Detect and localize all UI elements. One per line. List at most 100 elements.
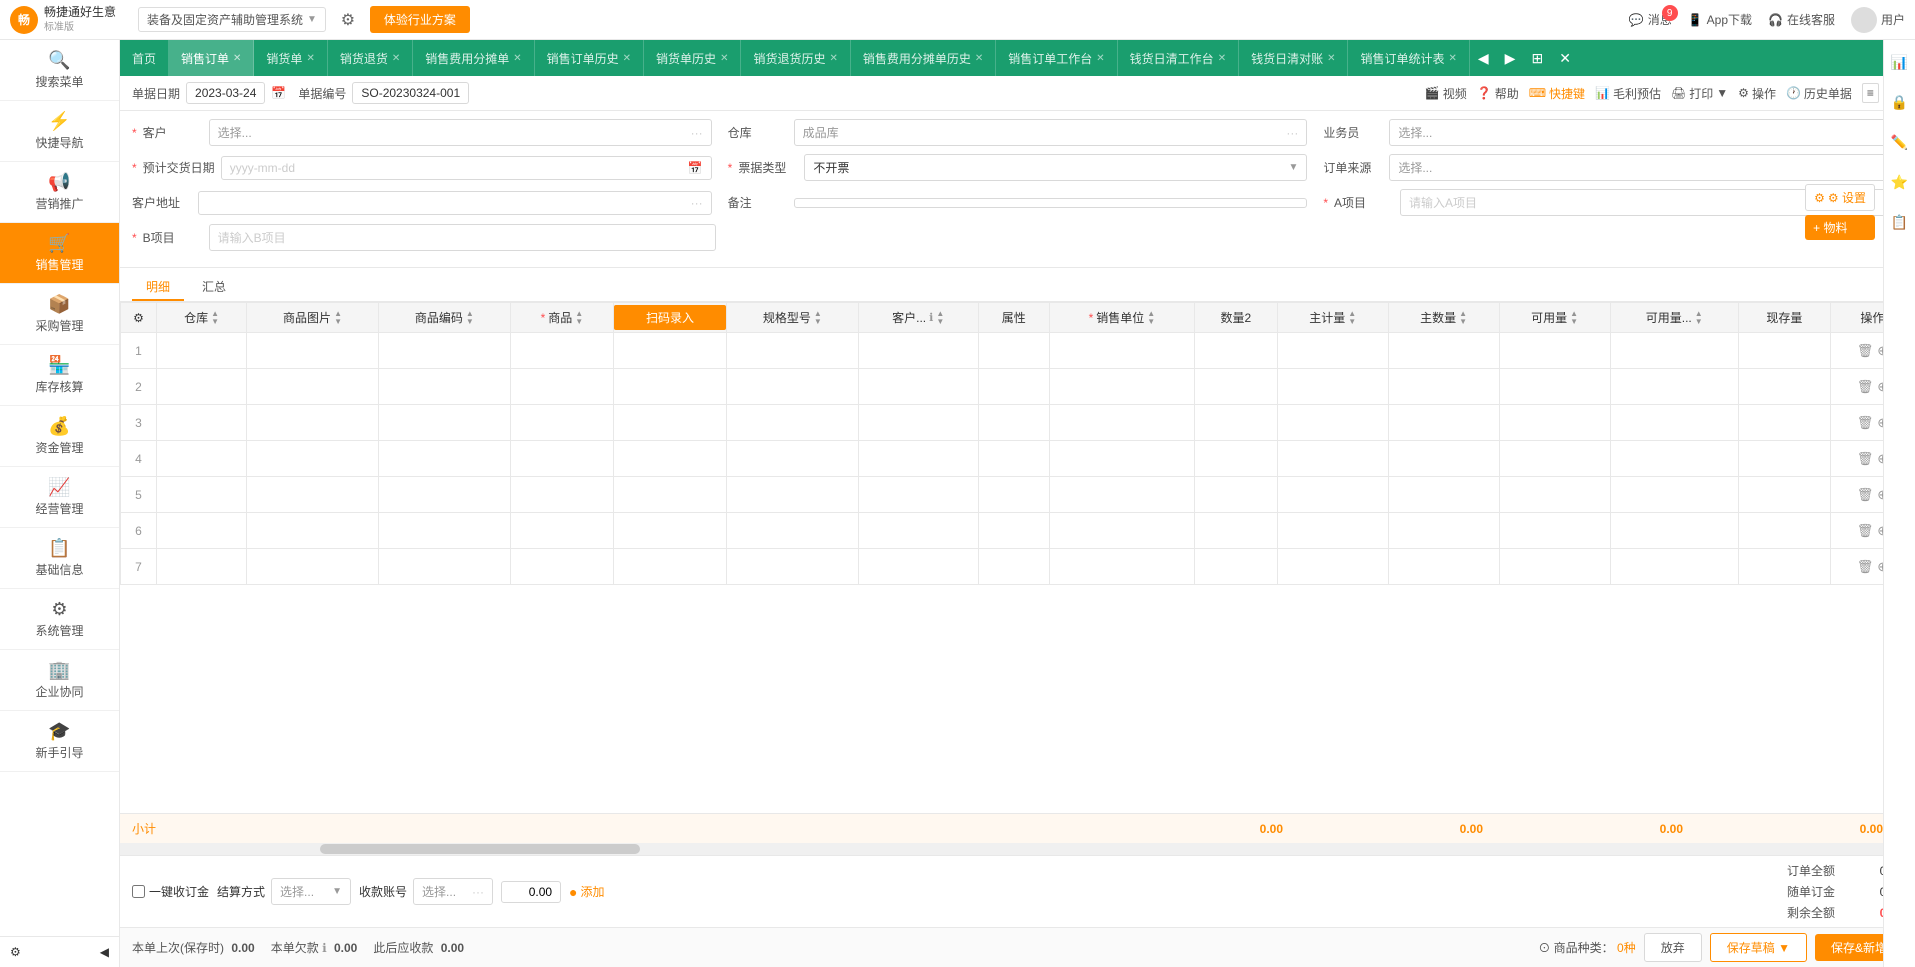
order-source-input[interactable]: 选择... ··· (1389, 154, 1903, 181)
tab-close-expense-history[interactable]: ✕ (975, 53, 983, 64)
row-delete-icon[interactable]: 🗑 (1857, 379, 1874, 395)
row-qty2[interactable] (1194, 477, 1277, 513)
row-main-qty[interactable] (1388, 369, 1499, 405)
scroll-bar-area[interactable] (120, 843, 1915, 855)
sidebar-item-guide[interactable]: 🎓 新手引导 (0, 711, 119, 772)
row-customer-code[interactable] (858, 477, 978, 513)
tab-sales-return[interactable]: 销货退货 ✕ (328, 40, 413, 76)
tab-close-invoice-history[interactable]: ✕ (720, 53, 728, 64)
row-qty2[interactable] (1194, 549, 1277, 585)
help-action[interactable]: ❓ 帮助 (1477, 85, 1519, 102)
sidebar-item-system[interactable]: ⚙ 系统管理 (0, 589, 119, 650)
tab-sales-invoice[interactable]: 销货单 ✕ (254, 40, 327, 76)
tab-nav-next[interactable]: ▶ (1497, 40, 1524, 76)
row-spec[interactable] (726, 477, 858, 513)
sidebar-item-search[interactable]: 🔍 搜索菜单 (0, 40, 119, 101)
scroll-thumb[interactable] (320, 844, 640, 854)
warehouse-input[interactable]: 成品库 ··· (794, 119, 1308, 146)
row-code[interactable] (378, 549, 510, 585)
tab-summary[interactable]: 汇总 (188, 274, 240, 301)
history-action[interactable]: 🕐 历史单据 (1786, 85, 1852, 102)
sidebar-item-operations[interactable]: 📈 经营管理 (0, 467, 119, 528)
row-customer-code[interactable] (858, 513, 978, 549)
row-delete-icon[interactable]: 🗑 (1857, 343, 1874, 359)
tab-cash-workbench[interactable]: 钱货日清工作台 ✕ (1118, 40, 1239, 76)
row-main-qty[interactable] (1388, 549, 1499, 585)
collapse-sidebar-btn[interactable]: ◀ (100, 945, 109, 959)
invoice-select[interactable]: 不开票 ▼ (804, 154, 1307, 181)
save-draft-button[interactable]: 保存草稿 ▼ (1710, 933, 1807, 962)
tab-close-sales-return[interactable]: ✕ (392, 53, 400, 64)
row-qty2[interactable] (1194, 441, 1277, 477)
current-due-info[interactable]: ℹ (322, 941, 327, 955)
row-main-qty[interactable] (1388, 441, 1499, 477)
row-unit[interactable] (1049, 369, 1194, 405)
tab-close-order-workbench[interactable]: ✕ (1096, 53, 1104, 64)
row-code[interactable] (378, 513, 510, 549)
row-main-qty[interactable] (1388, 513, 1499, 549)
row-product[interactable] (510, 369, 613, 405)
b-project-input[interactable]: 请输入B项目 (209, 224, 717, 251)
save-draft-dropdown-arrow[interactable]: ▼ (1778, 941, 1790, 955)
sidebar-item-inventory[interactable]: 🏪 库存核算 (0, 345, 119, 406)
tab-order-workbench[interactable]: 销售订单工作台 ✕ (996, 40, 1117, 76)
row-warehouse[interactable] (157, 369, 247, 405)
row-main-qty[interactable] (1388, 405, 1499, 441)
row-unit[interactable] (1049, 513, 1194, 549)
row-main-qty[interactable] (1388, 333, 1499, 369)
list-view-btn[interactable]: ≡ (1862, 83, 1879, 103)
info-icon[interactable]: ℹ (929, 311, 933, 324)
row-spec[interactable] (726, 549, 858, 585)
right-panel-clipboard-icon[interactable]: 📋 (1886, 208, 1914, 236)
add-item-button[interactable]: ● 添加 (569, 883, 604, 900)
row-qty2[interactable] (1194, 333, 1277, 369)
goods-type-icon[interactable]: ⊙ (1538, 941, 1550, 955)
right-panel-edit-icon[interactable]: ✏️ (1886, 128, 1914, 156)
settings-bottom-icon[interactable]: ⚙ (10, 945, 21, 959)
sidebar-item-purchase[interactable]: 📦 采购管理 (0, 284, 119, 345)
row-main-qty[interactable] (1388, 477, 1499, 513)
row-warehouse[interactable] (157, 441, 247, 477)
sidebar-item-enterprise[interactable]: 🏢 企业协同 (0, 650, 119, 711)
row-unit[interactable] (1049, 405, 1194, 441)
tab-close-sales-order[interactable]: ✕ (233, 53, 241, 64)
online-support-button[interactable]: 🎧 在线客服 (1768, 11, 1835, 28)
row-warehouse[interactable] (157, 405, 247, 441)
tab-sales-stats[interactable]: 销售订单统计表 ✕ (1348, 40, 1469, 76)
row-delete-icon[interactable]: 🗑 (1857, 559, 1874, 575)
row-warehouse[interactable] (157, 477, 247, 513)
right-panel-star-icon[interactable]: ⭐ (1886, 168, 1914, 196)
amount-input[interactable] (501, 881, 561, 903)
row-unit[interactable] (1049, 333, 1194, 369)
sidebar-item-sales[interactable]: 🛒 销售管理 (0, 223, 119, 284)
app-download-button[interactable]: 📱 App下载 (1688, 11, 1752, 28)
tab-close-sales-invoice[interactable]: ✕ (306, 53, 314, 64)
remark-input[interactable] (794, 198, 1308, 208)
tab-nav-more[interactable]: ⊞ (1523, 40, 1551, 76)
one-click-deposit-label[interactable]: 一键收订金 (132, 883, 209, 900)
tab-close-cash-reconcile[interactable]: ✕ (1327, 53, 1335, 64)
row-spec[interactable] (726, 369, 858, 405)
row-product[interactable] (510, 549, 613, 585)
tab-nav-prev[interactable]: ◀ (1470, 40, 1497, 76)
row-delete-icon[interactable]: 🗑 (1857, 451, 1874, 467)
settings-icon[interactable]: ⚙ (334, 6, 362, 34)
account-input[interactable]: 选择... ··· (413, 878, 493, 905)
profit-action[interactable]: 📊 毛利预估 (1595, 85, 1661, 102)
setup-button[interactable]: ⚙ ⚙ 设置 (1805, 184, 1875, 211)
row-delete-icon[interactable]: 🗑 (1857, 523, 1874, 539)
sidebar-item-marketing[interactable]: 📢 营销推广 (0, 162, 119, 223)
add-product-button[interactable]: + 物料 (1805, 215, 1875, 240)
row-warehouse[interactable] (157, 333, 247, 369)
row-delete-icon[interactable]: 🗑 (1857, 415, 1874, 431)
row-product[interactable] (510, 333, 613, 369)
row-customer-code[interactable] (858, 333, 978, 369)
tab-cash-reconcile[interactable]: 钱货日清对账 ✕ (1239, 40, 1348, 76)
col-settings[interactable]: ⚙ (121, 303, 157, 333)
row-product[interactable] (510, 441, 613, 477)
tab-expense-history[interactable]: 销售费用分摊单历史 ✕ (851, 40, 996, 76)
table-container[interactable]: ⚙ 仓库 ▲▼ 商品图片 ▲▼ (120, 302, 1915, 813)
calendar-icon[interactable]: 📅 (271, 86, 286, 100)
table-settings-icon[interactable]: ⚙ (133, 311, 144, 325)
tab-close-sales-expense[interactable]: ✕ (513, 53, 521, 64)
